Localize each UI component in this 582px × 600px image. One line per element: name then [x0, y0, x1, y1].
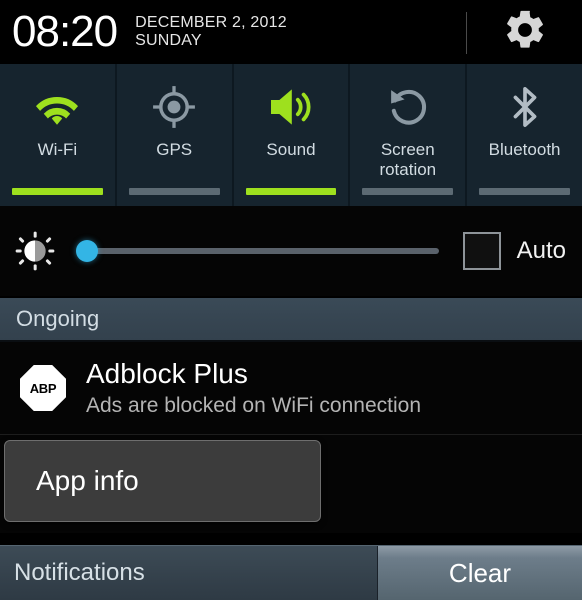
notification-text-block: Adblock Plus Ads are blocked on WiFi con…: [86, 358, 421, 417]
qs-status-bar-gps: [128, 188, 220, 195]
qs-tile-sound[interactable]: Sound: [234, 64, 351, 206]
weekday-text: SUNDAY: [135, 32, 202, 49]
brightness-row: Auto: [0, 206, 582, 296]
qs-status-bar-bluetooth: [479, 188, 570, 195]
app-info-popup[interactable]: App info: [4, 440, 321, 522]
abp-icon-text: ABP: [29, 380, 57, 396]
adblock-plus-icon: ABP: [0, 365, 86, 411]
qs-tile-screen-rotation[interactable]: Screen rotation: [350, 64, 468, 206]
bottom-bar: Notifications Clear: [0, 545, 582, 600]
abp-octagon-shape: ABP: [20, 365, 66, 411]
qs-tile-wifi[interactable]: Wi-Fi: [0, 64, 117, 206]
qs-status-bar-screen-rotation: [362, 188, 454, 195]
auto-brightness-checkbox[interactable]: [462, 232, 501, 270]
app-info-label: App info: [36, 465, 139, 496]
section-header-label: Ongoing: [16, 306, 100, 331]
clock-time: 08:20: [12, 7, 118, 56]
brightness-slider-thumb[interactable]: [76, 240, 98, 262]
gps-icon: [152, 80, 196, 134]
qs-label-sound: Sound: [266, 140, 316, 159]
qs-label-bluetooth: Bluetooth: [488, 140, 561, 159]
notifications-label: Notifications: [14, 559, 145, 586]
quick-settings-panel: Wi-Fi GPS Sound Screen rotation Bluetoot…: [0, 64, 582, 206]
screen-rotation-icon: [385, 80, 431, 134]
status-header: 08:20 DECEMBER 2, 2012 SUNDAY: [0, 0, 582, 64]
clear-button[interactable]: Clear: [377, 546, 582, 600]
qs-label-screen-rotation: Screen rotation: [379, 140, 437, 180]
qs-tile-gps[interactable]: GPS: [117, 64, 234, 206]
brightness-slider-track: [82, 248, 439, 254]
date-text: DECEMBER 2, 2012: [135, 14, 287, 32]
qs-status-bar-wifi: [12, 188, 103, 195]
wifi-icon: [31, 80, 83, 134]
notification-title: Adblock Plus: [86, 358, 248, 390]
qs-status-bar-sound: [245, 188, 337, 195]
section-header-ongoing: Ongoing: [0, 298, 582, 342]
qs-label-gps: GPS: [156, 140, 193, 159]
auto-brightness-label: Auto: [516, 237, 566, 264]
notification-shade: 08:20 DECEMBER 2, 2012 SUNDAY Wi-Fi GPS …: [0, 0, 582, 600]
brightness-slider[interactable]: [70, 236, 445, 266]
auto-brightness-control[interactable]: Auto: [462, 232, 566, 270]
notification-subtitle: Ads are blocked on WiFi connection: [86, 393, 422, 417]
settings-button[interactable]: [495, 9, 555, 55]
qs-label-wifi: Wi-Fi: [37, 140, 78, 159]
header-divider: [466, 12, 467, 54]
bluetooth-icon: [505, 80, 545, 134]
date-block: DECEMBER 2, 2012 SUNDAY: [135, 14, 287, 50]
brightness-sun-icon: [0, 231, 70, 271]
gear-icon: [502, 7, 548, 58]
notification-item-adblock-plus[interactable]: ABP Adblock Plus Ads are blocked on WiFi…: [0, 342, 582, 435]
qs-tile-bluetooth[interactable]: Bluetooth: [467, 64, 582, 206]
sound-icon: [266, 80, 316, 134]
